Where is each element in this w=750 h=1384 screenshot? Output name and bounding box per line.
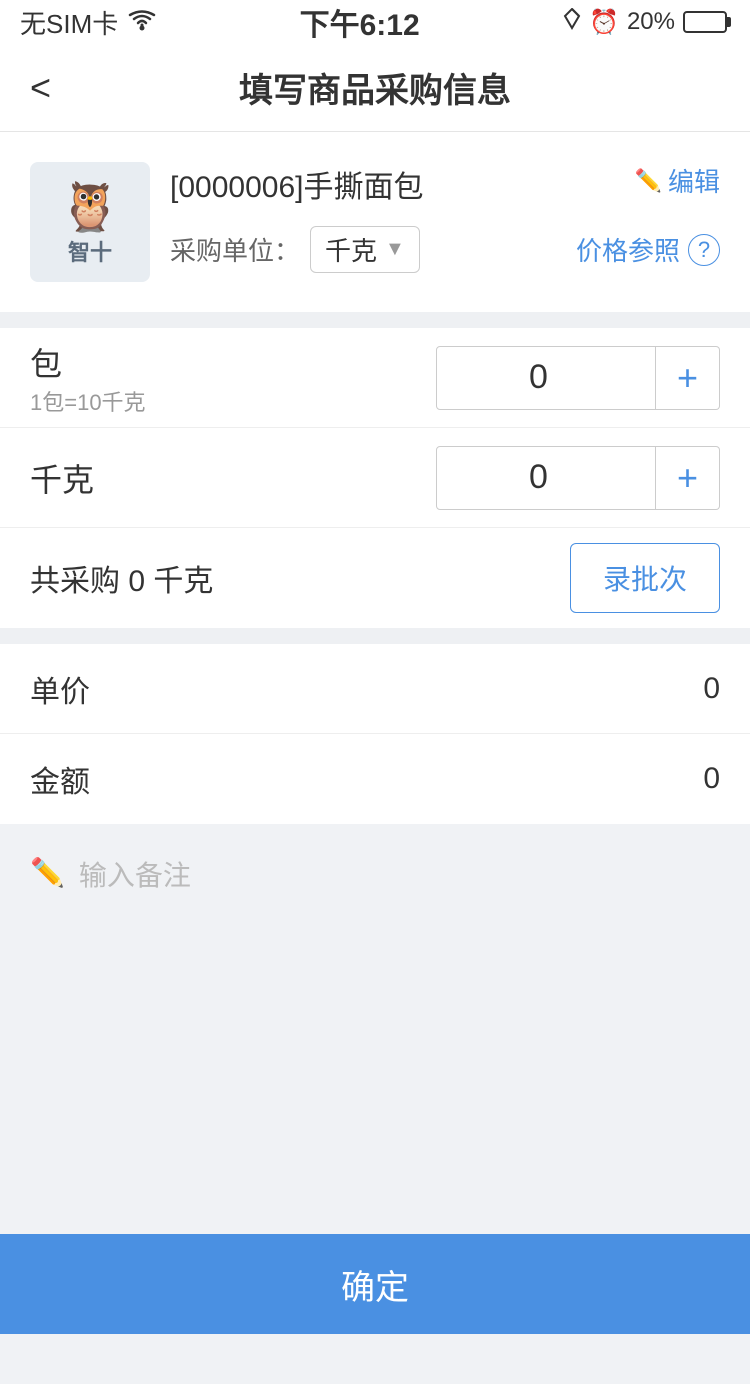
kg-input-row: 千克 + [0, 428, 750, 528]
battery-percent: 20% [627, 8, 675, 36]
status-left: 无SIM卡 [20, 4, 156, 41]
bao-label-main: 包 [30, 339, 146, 385]
battery-icon [683, 11, 730, 33]
kg-input-controls: + [436, 446, 720, 510]
product-id: [0000006] [170, 171, 303, 204]
summary-text: 共采购 0 千克 [30, 556, 213, 600]
confirm-bar[interactable]: 确定 [0, 1234, 750, 1334]
back-button[interactable]: < [30, 57, 61, 119]
product-info: [0000006]手撕面包 ✏️ 编辑 采购单位： 千克 ▼ 价格参照 [170, 162, 720, 273]
status-bar: 无SIM卡 下午6:12 ⏰ 20% [0, 0, 750, 44]
status-time: 下午6:12 [300, 0, 420, 44]
unit-price-label: 单价 [30, 667, 90, 711]
nav-bar: < 填写商品采购信息 [0, 44, 750, 132]
divider-1 [0, 312, 750, 328]
bao-label-sub: 1包=10千克 [30, 385, 146, 417]
batch-button[interactable]: 录批次 [570, 543, 720, 613]
product-full-name: [0000006]手撕面包 [170, 162, 423, 206]
kg-label-main: 千克 [30, 455, 130, 501]
page-title: 填写商品采购信息 [239, 63, 511, 112]
kg-label: 千克 [30, 455, 130, 501]
divider-2 [0, 628, 750, 644]
purchase-unit-label: 采购单位： [170, 231, 300, 268]
purchase-unit-row: 采购单位： 千克 ▼ 价格参照 ? [170, 226, 720, 273]
edit-button[interactable]: ✏️ 编辑 [635, 162, 720, 199]
note-placeholder: 输入备注 [79, 854, 191, 894]
price-section: 单价 0 金额 0 [0, 644, 750, 824]
product-title: 手撕面包 [303, 171, 423, 204]
pencil-icon: ✏️ [30, 856, 65, 889]
wifi-icon [128, 7, 156, 38]
summary-row: 共采购 0 千克 录批次 [0, 528, 750, 628]
carrier-text: 无SIM卡 [20, 4, 118, 41]
chevron-down-icon: ▼ [385, 238, 405, 261]
input-section: 包 1包=10千克 + 千克 + [0, 328, 750, 528]
bao-input-row: 包 1包=10千克 + [0, 328, 750, 428]
amount-row: 金额 0 [0, 734, 750, 824]
bao-quantity-input[interactable] [436, 346, 656, 410]
product-name-row: [0000006]手撕面包 ✏️ 编辑 [170, 162, 720, 206]
location-icon [563, 8, 581, 37]
status-right: ⏰ 20% [563, 8, 730, 37]
edit-icon: ✏️ [635, 168, 662, 194]
kg-plus-button[interactable]: + [656, 446, 720, 510]
product-card: 🦉 智十 [0000006]手撕面包 ✏️ 编辑 采购单位： 千克 ▼ [0, 132, 750, 312]
unit-price-value: 0 [703, 672, 720, 706]
amount-value: 0 [703, 762, 720, 796]
brand-logo-icon: 🦉 [60, 178, 120, 235]
edit-label: 编辑 [668, 162, 720, 199]
note-section[interactable]: ✏️ 输入备注 [0, 824, 750, 984]
alarm-icon: ⏰ [589, 8, 619, 37]
bao-label: 包 1包=10千克 [30, 339, 146, 417]
amount-label: 金额 [30, 757, 90, 801]
confirm-button-label: 确定 [341, 1260, 409, 1309]
kg-quantity-input[interactable] [436, 446, 656, 510]
unit-price-row: 单价 0 [0, 644, 750, 734]
help-icon: ? [688, 234, 720, 266]
unit-select-dropdown[interactable]: 千克 ▼ [310, 226, 420, 273]
bao-plus-button[interactable]: + [656, 346, 720, 410]
unit-value: 千克 [325, 231, 377, 268]
brand-text: 智十 [68, 235, 112, 267]
price-ref-button[interactable]: 价格参照 ? [576, 231, 720, 268]
bao-input-controls: + [436, 346, 720, 410]
price-ref-label: 价格参照 [576, 231, 680, 268]
product-image: 🦉 智十 [30, 162, 150, 282]
